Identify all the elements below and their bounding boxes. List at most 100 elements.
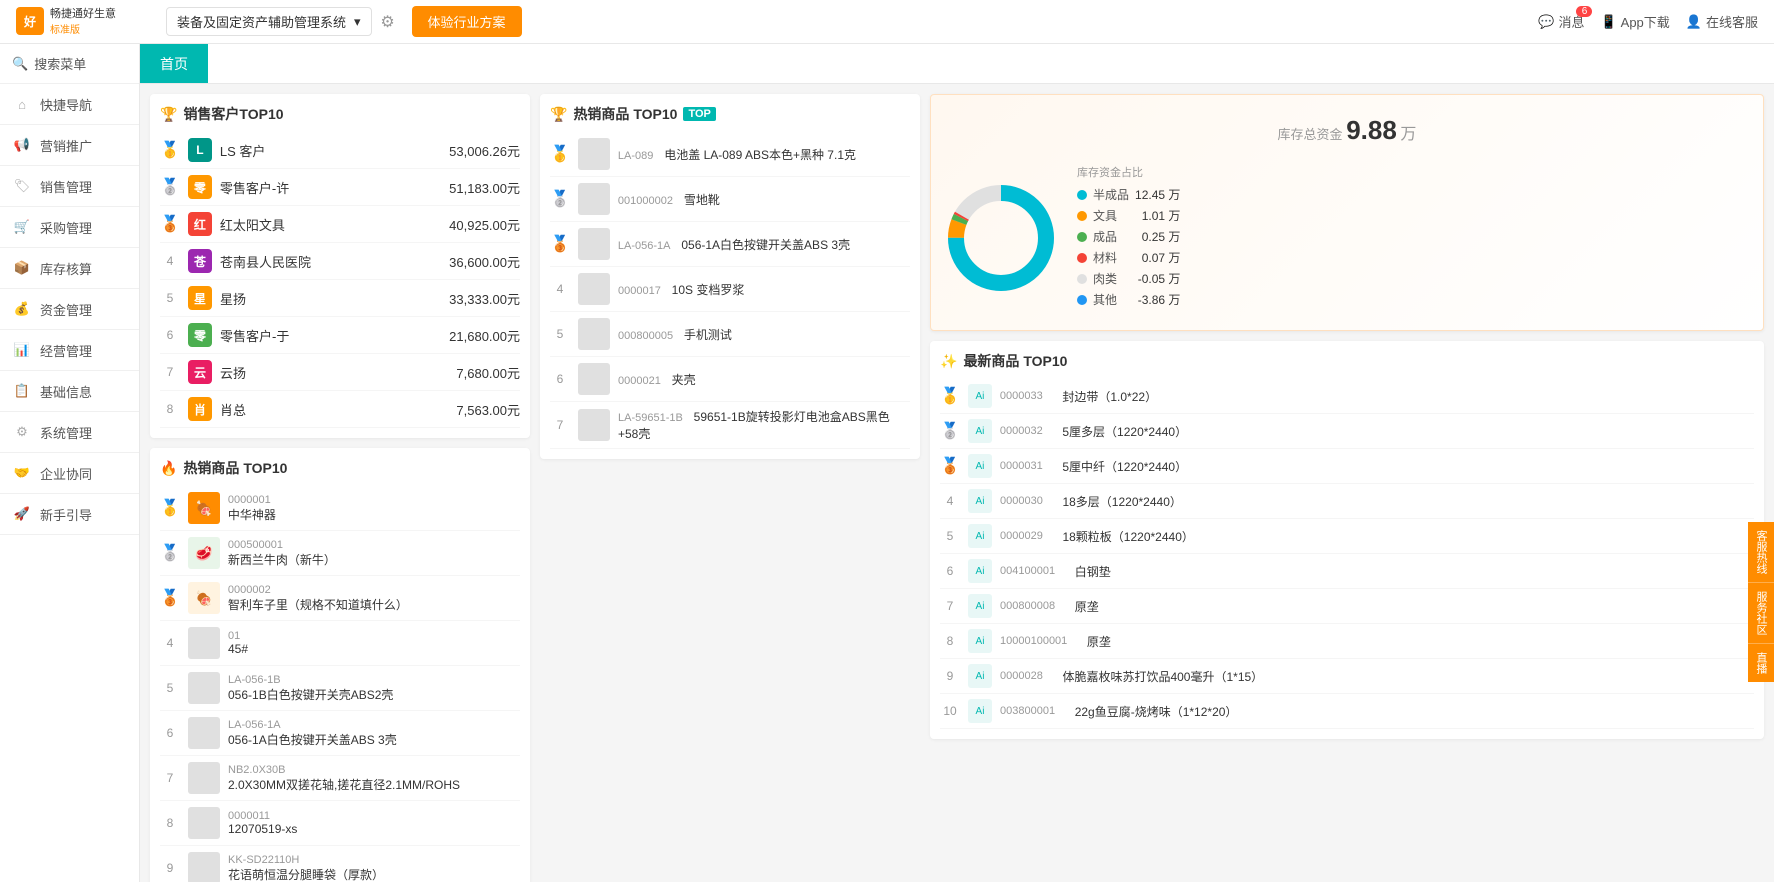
customer-service-hotline-button[interactable]: 客服热线 <box>1748 522 1774 583</box>
legend-val: -3.86 万 <box>1138 291 1181 308</box>
product-code: 0000031 <box>1000 460 1043 472</box>
product-info: 0000021 夹壳 <box>618 371 910 388</box>
mid-column: 🏆 热销商品 TOP10 TOP 🥇 LA-089 电池盖 LA-089 ABS… <box>540 94 920 872</box>
product-code: 003800001 <box>1000 705 1055 717</box>
product-info: LA-056-1B 056-1B白色按键开关壳ABS2壳 <box>228 674 520 703</box>
product-code: LA-056-1A <box>618 240 671 252</box>
sidebar-item-operation[interactable]: 📊 经营管理 <box>0 330 139 371</box>
sidebar-item-inventory[interactable]: 📦 库存核算 <box>0 248 139 289</box>
message-badge: 6 <box>1576 6 1592 17</box>
service-label: 在线客服 <box>1706 12 1758 31</box>
product-code: 0000032 <box>1000 425 1043 437</box>
product-row: 8 0000011 12070519-xs <box>160 801 520 846</box>
product-code: 01 <box>228 630 520 642</box>
product-row: 4 0000017 10S 变档罗浆 <box>550 267 910 312</box>
legend-name: 半成品 <box>1093 186 1129 203</box>
product-name: 中华神器 <box>228 506 520 523</box>
product-code: KK-SD22110H <box>228 854 520 866</box>
fire-icon: 🔥 <box>160 460 177 477</box>
product-code: 001000002 <box>618 195 673 207</box>
system-selector[interactable]: 装备及固定资产辅助管理系统 ▾ <box>166 7 372 36</box>
header-right: 💬 消息 6 📱 App下载 👤 在线客服 <box>1538 12 1758 31</box>
system-name: 装备及固定资产辅助管理系统 <box>177 12 346 31</box>
product-thumb <box>188 672 220 704</box>
customer-amount: 7,563.00元 <box>456 400 520 419</box>
product-row: 🥇 🍖 0000001 中华神器 <box>160 486 520 531</box>
new-product-thumb: Ai <box>968 489 992 513</box>
legend-list: 半成品 12.45 万 文具 1.01 万 <box>1077 186 1180 308</box>
medal-icon: 🥉 <box>550 234 570 254</box>
sidebar-item-sales[interactable]: 🏷 销售管理 <box>0 166 139 207</box>
sidebar-item-quick-nav[interactable]: ⌂ 快捷导航 <box>0 84 139 125</box>
settings-button[interactable]: ⚙ <box>372 6 404 38</box>
logo-text: 畅捷通好生意 <box>50 7 116 21</box>
product-thumb <box>578 273 610 305</box>
sidebar-item-finance[interactable]: 💰 资金管理 <box>0 289 139 330</box>
service-community-button[interactable]: 服务社区 <box>1748 583 1774 644</box>
customer-name: LS 客户 <box>220 141 441 160</box>
product-thumb <box>188 717 220 749</box>
phone-icon: 📱 <box>1600 14 1616 30</box>
legend-name: 肉类 <box>1093 270 1132 287</box>
rank-num: 4 <box>160 254 180 268</box>
top-header: 好 畅捷通好生意 标准版 装备及固定资产辅助管理系统 ▾ ⚙ 体验行业方案 💬 … <box>0 0 1774 44</box>
product-row: 🥇 LA-089 电池盖 LA-089 ABS本色+黑种 7.1克 <box>550 132 910 177</box>
product-code: 10000100001 <box>1000 635 1067 647</box>
product-code: 000500001 <box>228 539 520 551</box>
live-broadcast-button[interactable]: 直播 <box>1748 644 1774 682</box>
top-badge: TOP <box>683 107 715 121</box>
sidebar-item-marketing[interactable]: 📢 营销推广 <box>0 125 139 166</box>
inventory-unit: 万 <box>1400 126 1416 143</box>
sidebar-item-base-info[interactable]: 📋 基础信息 <box>0 371 139 412</box>
new-product-thumb: Ai <box>968 524 992 548</box>
new-product-row: 4 Ai 0000030 18多层（1220*2440） <box>940 484 1754 519</box>
donut-area: 库存资金占比 半成品 12.45 万 文具 1. <box>941 156 1753 320</box>
new-product-thumb: Ai <box>968 454 992 478</box>
product-thumb <box>188 852 220 882</box>
legend-name: 成品 <box>1093 228 1136 245</box>
search-icon: 🔍 <box>12 56 28 72</box>
product-name: 22g鱼豆腐-烧烤味（1*12*20） <box>1075 703 1238 720</box>
hot-products-title: 🔥 热销商品 TOP10 <box>160 458 520 478</box>
logo-icon: 好 <box>16 7 44 35</box>
product-name: 新西兰牛肉（新牛） <box>228 551 520 568</box>
new-product-row: 🥈 Ai 0000032 5厘多层（1220*2440） <box>940 414 1754 449</box>
message-button[interactable]: 💬 消息 6 <box>1538 12 1584 31</box>
app-download-button[interactable]: 📱 App下载 <box>1600 12 1669 31</box>
legend-item: 文具 1.01 万 <box>1077 207 1180 224</box>
product-code: 0000001 <box>228 494 520 506</box>
product-thumb <box>188 762 220 794</box>
product-info: LA-056-1A 056-1A白色按键开关盖ABS 3壳 <box>228 719 520 748</box>
sidebar-label-base-info: 基础信息 <box>40 382 92 401</box>
rank-num: 9 <box>160 861 180 875</box>
online-service-button[interactable]: 👤 在线客服 <box>1686 12 1758 31</box>
trial-button[interactable]: 体验行业方案 <box>412 6 522 37</box>
customer-badge: 红 <box>188 212 212 236</box>
sidebar-label-quick-nav: 快捷导航 <box>40 95 92 114</box>
rank-num: 4 <box>160 636 180 650</box>
product-name: 原垄 <box>1075 598 1099 615</box>
product-row: 7 LA-59651-1B 59651-1B旋转投影灯电池盒ABS黑色+58壳 <box>550 402 910 449</box>
product-code: 0000029 <box>1000 530 1043 542</box>
sidebar-item-purchase[interactable]: 🛒 采购管理 <box>0 207 139 248</box>
inventory-amount: 9.88 <box>1346 115 1397 145</box>
sidebar-item-enterprise[interactable]: 🤝 企业协同 <box>0 453 139 494</box>
sidebar-item-guide[interactable]: 🚀 新手引导 <box>0 494 139 535</box>
product-code: 0000030 <box>1000 495 1043 507</box>
inventory-card: 库存总资金 9.88 万 <box>930 94 1764 331</box>
new-product-thumb: Ai <box>968 384 992 408</box>
content-area: 首页 🏆 销售客户TOP10 🥇 L LS 客户 53,006.26元 <box>140 44 1774 882</box>
donut-chart <box>941 178 1061 298</box>
legend-name: 材料 <box>1093 249 1136 266</box>
product-code: LA-089 <box>618 150 653 162</box>
home-tab[interactable]: 首页 <box>140 44 208 83</box>
product-row: 6 LA-056-1A 056-1A白色按键开关盖ABS 3壳 <box>160 711 520 756</box>
new-product-row: 9 Ai 0000028 体脆嘉枚味苏打饮品400毫升（1*15） <box>940 659 1754 694</box>
new-product-row: 8 Ai 10000100001 原垄 <box>940 624 1754 659</box>
sidebar-item-system[interactable]: ⚙ 系统管理 <box>0 412 139 453</box>
gear-icon: ⚙ <box>380 12 394 32</box>
logo-area: 好 畅捷通好生意 标准版 <box>16 7 156 36</box>
product-code: 004100001 <box>1000 565 1055 577</box>
product-row: 9 KK-SD22110H 花语萌恒温分腿睡袋（厚款） <box>160 846 520 882</box>
search-menu-item[interactable]: 🔍 搜索菜单 <box>0 44 139 84</box>
